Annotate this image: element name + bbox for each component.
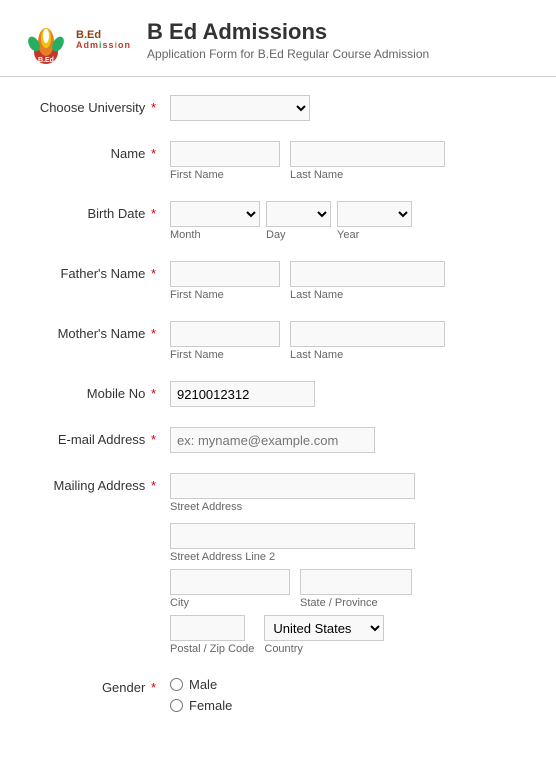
mailing-fields: Street Address Street Address Line 2 Cit… (170, 473, 526, 655)
mobile-fields (170, 381, 526, 407)
state-input[interactable] (300, 569, 412, 595)
page-header: B.Ed B.Ed Admission B Ed Admissions Appl… (0, 0, 556, 77)
mother-first-hint: First Name (170, 349, 280, 361)
mobile-row: Mobile No * (30, 381, 526, 407)
birth-month-select[interactable] (170, 201, 260, 227)
mother-name-label: Mother's Name * (30, 321, 170, 341)
father-last-input[interactable] (290, 261, 445, 287)
name-row: Name * First Name Last Name (30, 141, 526, 181)
zip-input[interactable] (170, 615, 245, 641)
mobile-input[interactable] (170, 381, 315, 407)
birthdate-label: Birth Date * (30, 201, 170, 221)
country-select[interactable]: United States India United Kingdom (264, 615, 384, 641)
university-fields (170, 95, 526, 121)
email-fields (170, 427, 526, 453)
logo: B.Ed B.Ed Admission (20, 14, 131, 66)
first-name-hint: First Name (170, 169, 280, 181)
day-hint: Day (266, 229, 331, 241)
gender-female-label: Female (189, 698, 232, 713)
mother-first-input[interactable] (170, 321, 280, 347)
father-name-fields: First Name Last Name (170, 261, 526, 301)
street2-hint: Street Address Line 2 (170, 551, 526, 563)
state-hint: State / Province (300, 597, 412, 609)
email-input[interactable] (170, 427, 375, 453)
city-input[interactable] (170, 569, 290, 595)
zip-hint: Postal / Zip Code (170, 643, 254, 655)
street-hint: Street Address (170, 501, 526, 513)
father-last-hint: Last Name (290, 289, 445, 301)
father-name-label: Father's Name * (30, 261, 170, 281)
page-title: B Ed Admissions (147, 19, 429, 45)
father-first-hint: First Name (170, 289, 280, 301)
logo-icon: B.Ed (20, 14, 72, 66)
city-hint: City (170, 597, 290, 609)
university-row: Choose University * (30, 95, 526, 121)
street-address-input[interactable] (170, 473, 415, 499)
birthdate-row: Birth Date * Month Day (30, 201, 526, 241)
name-fields: First Name Last Name (170, 141, 526, 181)
street-address2-input[interactable] (170, 523, 415, 549)
last-name-hint: Last Name (290, 169, 445, 181)
application-form: Choose University * Name * First Name La… (0, 77, 556, 763)
gender-row: Gender * Male Female (30, 675, 526, 713)
father-name-row: Father's Name * First Name Last Name (30, 261, 526, 301)
header-text: B Ed Admissions Application Form for B.E… (147, 19, 429, 61)
gender-label: Gender * (30, 675, 170, 695)
university-label: Choose University * (30, 95, 170, 115)
svg-text:B.Ed: B.Ed (38, 57, 54, 64)
email-label: E-mail Address * (30, 427, 170, 447)
gender-female-radio[interactable] (170, 699, 183, 712)
country-hint: Country (264, 643, 384, 655)
birthdate-fields: Month Day Year (170, 201, 526, 241)
mother-name-row: Mother's Name * First Name Last Name (30, 321, 526, 361)
mailing-row: Mailing Address * Street Address Street … (30, 473, 526, 655)
mobile-label: Mobile No * (30, 381, 170, 401)
month-hint: Month (170, 229, 260, 241)
gender-male-radio[interactable] (170, 678, 183, 691)
mother-last-input[interactable] (290, 321, 445, 347)
gender-male-option[interactable]: Male (170, 677, 526, 692)
name-first-input[interactable] (170, 141, 280, 167)
father-first-input[interactable] (170, 261, 280, 287)
mother-last-hint: Last Name (290, 349, 445, 361)
birth-day-select[interactable] (266, 201, 331, 227)
year-hint: Year (337, 229, 412, 241)
mailing-label: Mailing Address * (30, 473, 170, 493)
name-label: Name * (30, 141, 170, 161)
gender-female-option[interactable]: Female (170, 698, 526, 713)
gender-fields: Male Female (170, 675, 526, 713)
mother-name-fields: First Name Last Name (170, 321, 526, 361)
university-select[interactable] (170, 95, 310, 121)
birth-year-select[interactable] (337, 201, 412, 227)
name-last-input[interactable] (290, 141, 445, 167)
email-row: E-mail Address * (30, 427, 526, 453)
gender-male-label: Male (189, 677, 217, 692)
page-subtitle: Application Form for B.Ed Regular Course… (147, 47, 429, 61)
